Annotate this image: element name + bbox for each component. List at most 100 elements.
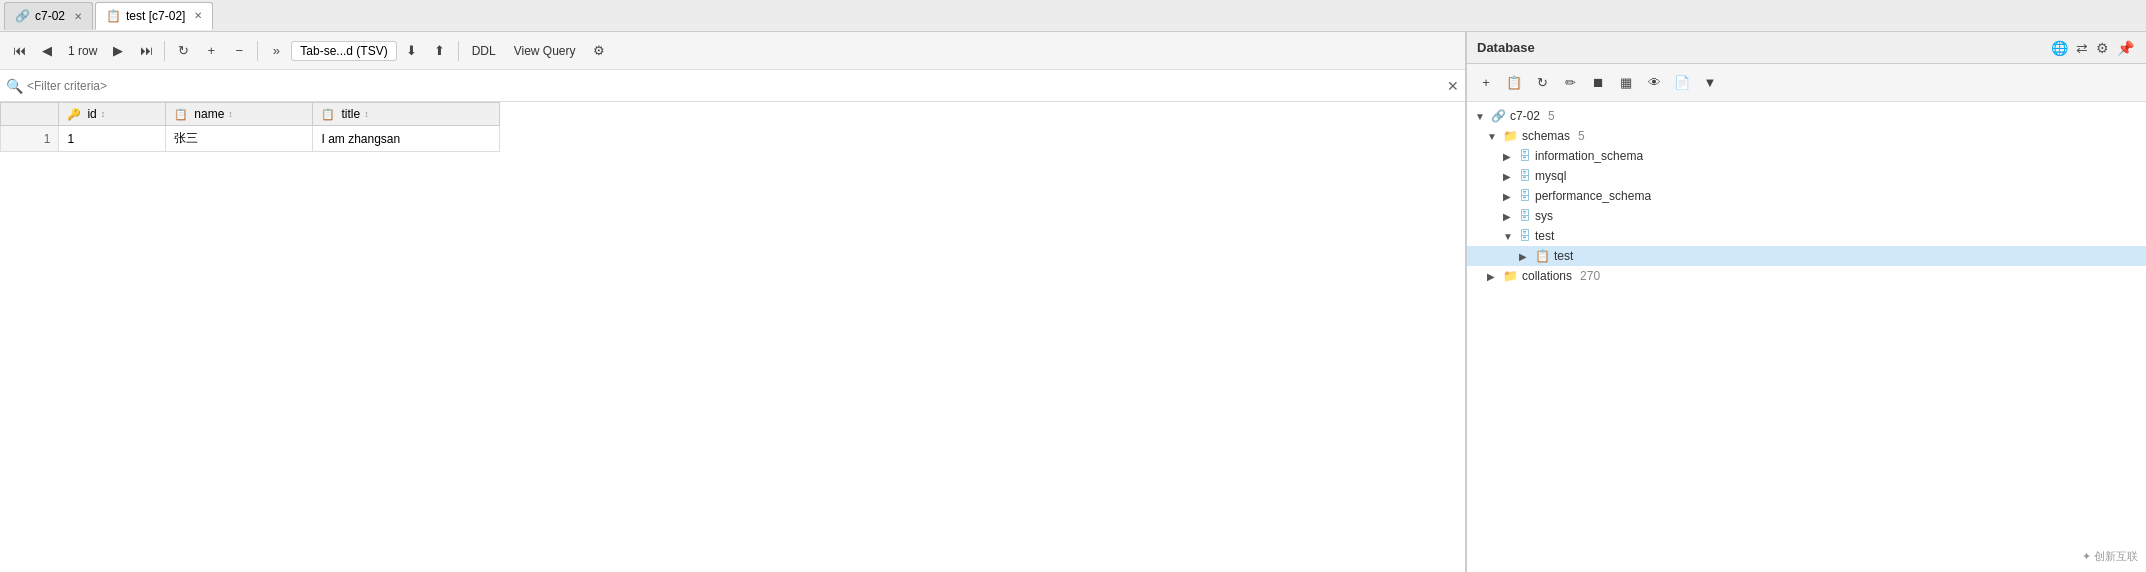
col-id-label: id [87,107,96,121]
sys-arrow[interactable]: ▶ [1503,211,1515,222]
db-filter-button[interactable]: ▼ [1697,70,1723,96]
db-table-button[interactable]: ▦ [1613,70,1639,96]
sys-icon: 🗄 [1519,209,1531,223]
tree-item-sys[interactable]: ▶ 🗄 sys [1467,206,2146,226]
test-schema-icon: 🗄 [1519,229,1531,243]
mysql-label: mysql [1535,169,1566,183]
divider-1 [164,41,165,61]
divider-2 [257,41,258,61]
pin-icon-button[interactable]: 📌 [2115,38,2136,58]
db-toolbar: + 📋 ↻ ✏ ⏹ ▦ 👁 📄 ▼ [1467,64,2146,102]
db-add-button[interactable]: + [1473,70,1499,96]
cell-id[interactable]: 1 [59,126,166,152]
name-col-icon: 📋 [174,108,188,121]
db-view-button[interactable]: 👁 [1641,70,1667,96]
tab-export-label[interactable]: Tab-se...d (TSV) [291,41,396,61]
id-col-icon: 🔑 [67,108,81,121]
test-schema-arrow[interactable]: ▼ [1503,231,1515,242]
tree-container[interactable]: ▼ 🔗 c7-02 5 ▼ 📁 schemas 5 ▶ 🗄 informatio… [1467,102,2146,572]
test-table-icon: 📋 [1535,249,1550,263]
db-edit-button[interactable]: ✏ [1557,70,1583,96]
tree-item-c7-02[interactable]: ▼ 🔗 c7-02 5 [1467,106,2146,126]
row-number-header [1,103,59,126]
db-copy-button[interactable]: 📋 [1501,70,1527,96]
schemas-icon: 📁 [1503,129,1518,143]
data-grid[interactable]: 🔑 id ↕ 📋 name ↕ [0,102,1465,572]
schemas-arrow[interactable]: ▼ [1487,131,1499,142]
id-sort-arrow[interactable]: ↕ [101,109,106,119]
delete-row-button[interactable]: − [226,38,252,64]
c7-02-icon: 🔗 [1491,109,1506,123]
tab-c7-02[interactable]: 🔗 c7-02 ✕ [4,2,93,30]
left-panel: ⏮ ◀ 1 row ▶ ⏭ ↻ + − » Tab-se...d (TSV) ⬇… [0,32,1466,572]
sys-label: sys [1535,209,1553,223]
gear-icon-button[interactable]: ⚙ [2094,38,2111,58]
tree-item-mysql[interactable]: ▶ 🗄 mysql [1467,166,2146,186]
col-header-id[interactable]: 🔑 id ↕ [59,103,166,126]
mysql-icon: 🗄 [1519,169,1531,183]
sync-icon-button[interactable]: ⇄ [2074,38,2090,58]
tab-export-text: Tab-se...d (TSV) [300,44,387,58]
perf-schema-label: performance_schema [1535,189,1651,203]
filter-input[interactable] [27,79,1443,93]
tab-test-label: test [c7-02] [126,9,185,23]
prev-row-button[interactable]: ◀ [34,38,60,64]
collations-arrow[interactable]: ▶ [1487,271,1499,282]
grid-table: 🔑 id ↕ 📋 name ↕ [0,102,500,152]
first-row-button[interactable]: ⏮ [6,38,32,64]
tab-test[interactable]: 📋 test [c7-02] ✕ [95,2,213,30]
col-header-title[interactable]: 📋 title ↕ [313,103,500,126]
tab-c7-02-label: c7-02 [35,9,65,23]
tab-test-icon: 📋 [106,9,121,23]
c7-02-count: 5 [1548,109,1555,123]
test-table-label: test [1554,249,1573,263]
main-content: ⏮ ◀ 1 row ▶ ⏭ ↻ + − » Tab-se...d (TSV) ⬇… [0,32,2146,572]
view-query-button[interactable]: View Query [506,42,584,60]
right-panel: Database 🌐 ⇄ ⚙ 📌 + 📋 ↻ ✏ ⏹ ▦ 👁 📄 ▼ [1466,32,2146,572]
db-refresh-button[interactable]: ↻ [1529,70,1555,96]
header-icons: 🌐 ⇄ ⚙ 📌 [2049,38,2136,58]
db-stop-button[interactable]: ⏹ [1585,70,1611,96]
perf-schema-arrow[interactable]: ▶ [1503,191,1515,202]
cell-name[interactable]: 张三 [166,126,313,152]
tab-bar: 🔗 c7-02 ✕ 📋 test [c7-02] ✕ [0,0,2146,32]
ddl-button[interactable]: DDL [464,42,504,60]
tree-item-information-schema[interactable]: ▶ 🗄 information_schema [1467,146,2146,166]
upload-button[interactable]: ⬆ [427,38,453,64]
data-toolbar: ⏮ ◀ 1 row ▶ ⏭ ↻ + − » Tab-se...d (TSV) ⬇… [0,32,1465,70]
filter-clear-button[interactable]: ✕ [1447,78,1459,94]
c7-02-label: c7-02 [1510,109,1540,123]
test-schema-label: test [1535,229,1554,243]
col-header-name[interactable]: 📋 name ↕ [166,103,313,126]
export-arrow-button[interactable]: » [263,38,289,64]
schemas-label: schemas [1522,129,1570,143]
next-row-button[interactable]: ▶ [105,38,131,64]
collations-count: 270 [1580,269,1600,283]
tree-item-performance-schema[interactable]: ▶ 🗄 performance_schema [1467,186,2146,206]
test-table-arrow[interactable]: ▶ [1519,251,1531,262]
tab-test-close[interactable]: ✕ [194,10,202,21]
settings-button[interactable]: ⚙ [586,38,612,64]
title-sort-arrow[interactable]: ↕ [364,109,369,119]
filter-icon: 🔍 [6,78,23,94]
table-row[interactable]: 1 1 张三 I am zhangsan [1,126,500,152]
info-schema-arrow[interactable]: ▶ [1503,151,1515,162]
download-button[interactable]: ⬇ [399,38,425,64]
refresh-button[interactable]: ↻ [170,38,196,64]
tree-item-collations[interactable]: ▶ 📁 collations 270 [1467,266,2146,286]
tree-item-schemas[interactable]: ▼ 📁 schemas 5 [1467,126,2146,146]
tab-c7-02-close[interactable]: ✕ [74,11,82,22]
add-row-button[interactable]: + [198,38,224,64]
row-number-cell: 1 [1,126,59,152]
c7-02-arrow[interactable]: ▼ [1475,111,1487,122]
db-query-button[interactable]: 📄 [1669,70,1695,96]
name-sort-arrow[interactable]: ↕ [228,109,233,119]
cell-title[interactable]: I am zhangsan [313,126,500,152]
globe-icon-button[interactable]: 🌐 [2049,38,2070,58]
info-schema-icon: 🗄 [1519,149,1531,163]
tree-item-test-table[interactable]: ▶ 📋 test [1467,246,2146,266]
mysql-arrow[interactable]: ▶ [1503,171,1515,182]
last-row-button[interactable]: ⏭ [133,38,159,64]
tree-item-test-schema[interactable]: ▼ 🗄 test [1467,226,2146,246]
perf-schema-icon: 🗄 [1519,189,1531,203]
